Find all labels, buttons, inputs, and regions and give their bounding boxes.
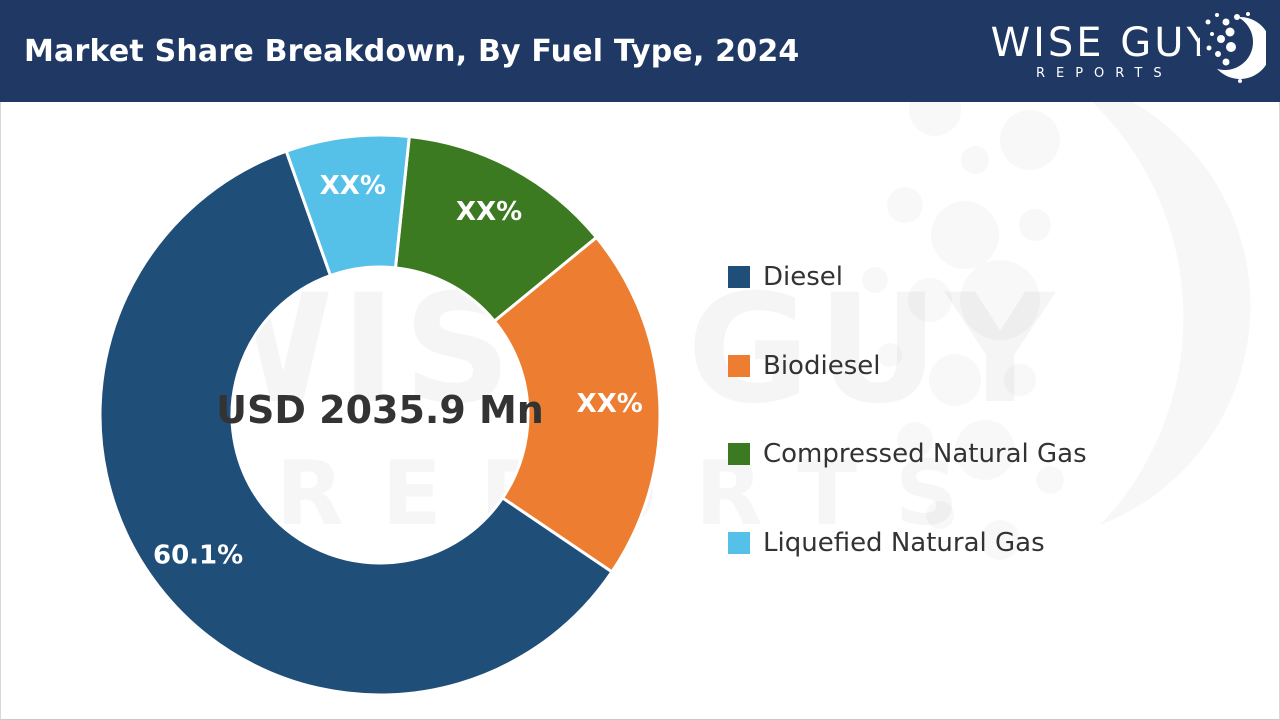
legend-swatch-icon	[728, 443, 750, 465]
legend-swatch-icon	[728, 266, 750, 288]
legend-label: Compressed Natural Gas	[763, 439, 1087, 469]
slice-label-liquefied-natural-gas: XX%	[320, 171, 386, 201]
legend-item-diesel: Diesel	[728, 255, 843, 299]
wise-guy-reports-logo: WISE GUY REPORTS	[991, 8, 1266, 92]
legend-item-liquefied-natural-gas: Liquefied Natural Gas	[728, 521, 1045, 565]
logo-text: WISE GUY REPORTS	[991, 20, 1214, 81]
legend-label: Biodiesel	[763, 350, 881, 381]
legend-item-compressed-natural-gas: Compressed Natural Gas	[728, 432, 1087, 476]
logo-face-icon	[1200, 12, 1266, 83]
slice-label-diesel: 60.1%	[153, 540, 243, 570]
legend-swatch-icon	[728, 531, 750, 554]
legend-label: Diesel	[763, 262, 844, 292]
legend-item-biodiesel: Biodiesel	[728, 344, 880, 388]
legend-label: Liquefied Natural Gas	[763, 527, 1045, 558]
logo-subtext: REPORTS	[1035, 65, 1173, 81]
header-bar: Market Share Breakdown, By Fuel Type, 20…	[0, 0, 1280, 102]
legend-swatch-icon	[728, 354, 750, 377]
chart-center-value: USD 2035.9 Mn	[216, 388, 544, 432]
logo-wordmark: WISE GUY	[990, 19, 1214, 66]
slice-label-biodiesel: XX%	[577, 389, 643, 419]
slice-label-compressed-natural-gas: XX%	[456, 197, 522, 227]
page-title: Market Share Breakdown, By Fuel Type, 20…	[24, 33, 800, 69]
donut-chart: XX% XX% 60.1% XX%	[98, 133, 662, 697]
